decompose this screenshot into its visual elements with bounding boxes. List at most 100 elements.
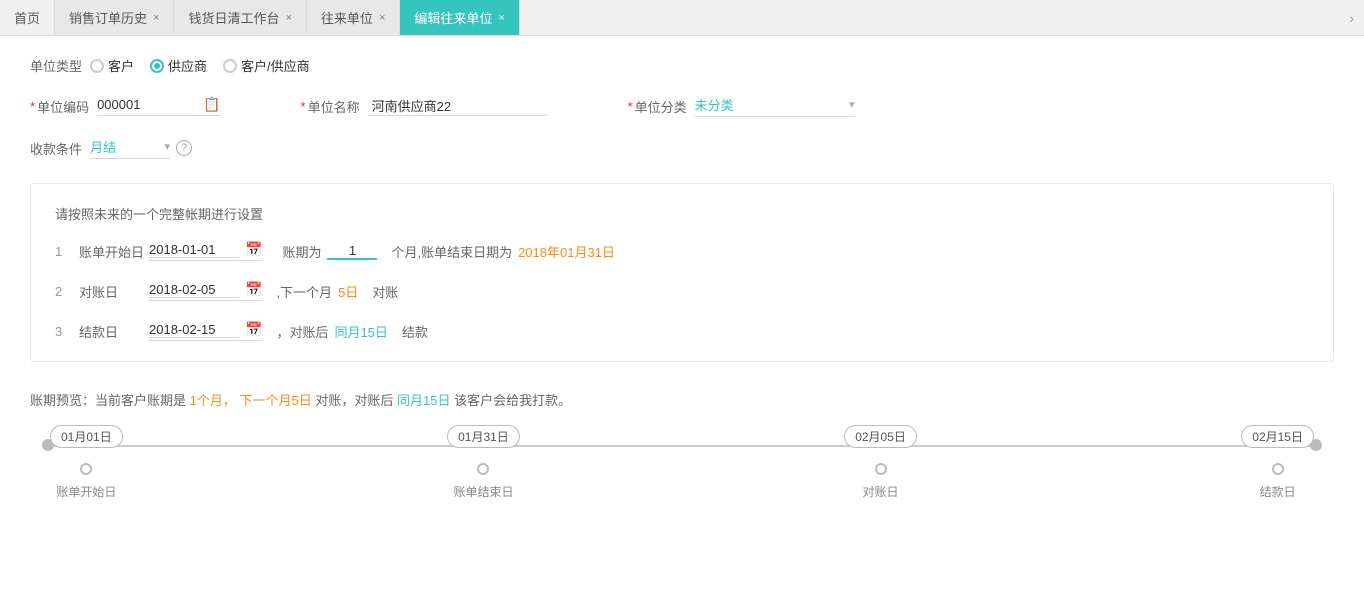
payment-terms-label: 收款条件 <box>30 139 82 158</box>
unit-name-required: * <box>301 99 306 114</box>
payment-terms-help-icon[interactable]: ? <box>176 140 192 156</box>
tab-partner-units-label: 往来单位 <box>321 8 373 27</box>
unit-class-group: * 单位分类 未分类 ▾ <box>628 95 855 117</box>
timeline-node-2: 01月31日 账单结束日 <box>447 425 520 500</box>
unit-code-group: * 单位编码 📋 <box>30 96 221 116</box>
radio-supplier-label: 供应商 <box>168 56 207 75</box>
row-2-highlight: 5日 <box>338 282 358 301</box>
radio-both-label: 客户/供应商 <box>241 56 310 75</box>
timeline-dot-3 <box>875 463 887 475</box>
radio-customer[interactable]: 客户 <box>90 56 134 75</box>
timeline-container: 01月01日 账单开始日 01月31日 账单结束日 02月05日 对账日 02月… <box>30 425 1334 540</box>
unit-class-value: 未分类 <box>695 95 845 114</box>
row-1-date-wrap: 📅 <box>149 241 262 261</box>
unit-code-input[interactable] <box>97 97 197 112</box>
tab-edit-partner[interactable]: 编辑往来单位 × <box>400 0 519 35</box>
row-1-suffix-after: 个月,账单结束日期为 <box>391 242 512 261</box>
preview-part1: 1个月， <box>190 393 236 408</box>
row-3-suffix-2: 结款 <box>402 322 428 341</box>
timeline-badge-2: 01月31日 <box>447 425 520 448</box>
timeline-label-3: 对账日 <box>863 483 899 500</box>
row-2-suffix-2: 对账 <box>372 282 398 301</box>
row-1-num: 1 <box>55 244 79 259</box>
row-2-suffix-1: ,下一个月 <box>276 282 332 301</box>
tab-edit-partner-close[interactable]: × <box>498 12 504 24</box>
radio-both-circle <box>223 59 237 73</box>
tab-partner-units[interactable]: 往来单位 × <box>307 0 400 35</box>
timeline-node-4: 02月15日 结款日 <box>1241 425 1314 500</box>
unit-info-row: * 单位编码 📋 * 单位名称 * 单位分类 未分类 ▾ <box>30 95 1334 117</box>
row-3-cal-icon[interactable]: 📅 <box>245 321 262 338</box>
timeline-label-2: 账单结束日 <box>453 483 513 500</box>
unit-class-select[interactable]: 未分类 ▾ <box>695 95 855 117</box>
tab-sales-history-label: 销售订单历史 <box>69 8 147 27</box>
tab-cash-workbench-label: 钱货日清工作台 <box>188 8 279 27</box>
unit-name-label: 单位名称 <box>308 97 360 116</box>
unit-class-arrow: ▾ <box>849 98 855 111</box>
row-3-label: 结款日 <box>79 322 149 341</box>
row-1-cal-icon[interactable]: 📅 <box>245 241 262 258</box>
row-3-value: 📅 ，对账后 同月15日 结款 <box>149 321 428 341</box>
payment-terms-arrow: ▾ <box>164 140 170 153</box>
tab-sales-history[interactable]: 销售订单历史 × <box>55 0 174 35</box>
unit-class-label: 单位分类 <box>635 97 687 116</box>
preview-part3: 同月15日 <box>397 393 450 408</box>
row-3-suffix-1: ，对账后 <box>276 322 328 341</box>
tab-partner-units-close[interactable]: × <box>379 12 385 24</box>
tabs-arrow[interactable]: › <box>1339 0 1364 35</box>
row-2-num: 2 <box>55 284 79 299</box>
tab-cash-workbench[interactable]: 钱货日清工作台 × <box>174 0 306 35</box>
unit-type-radio-group: 客户 供应商 客户/供应商 <box>90 56 310 75</box>
tab-cash-workbench-close[interactable]: × <box>285 12 291 24</box>
unit-type-row: 单位类型 客户 供应商 客户/供应商 <box>30 56 1334 75</box>
unit-name-group: * 单位名称 <box>301 96 548 116</box>
row-2-cal-icon[interactable]: 📅 <box>245 281 262 298</box>
radio-supplier-circle <box>150 59 164 73</box>
unit-class-required: * <box>628 99 633 114</box>
data-row-3: 3 结款日 📅 ，对账后 同月15日 结款 <box>55 321 1309 341</box>
timeline-badge-1: 01月01日 <box>50 425 123 448</box>
radio-customer-label: 客户 <box>108 56 134 75</box>
timeline-node-3: 02月05日 对账日 <box>844 425 917 500</box>
unit-type-label: 单位类型 <box>30 56 82 75</box>
preview-prefix: 账期预览：当前客户账期是 <box>30 393 186 408</box>
row-2-label: 对账日 <box>79 282 149 301</box>
unit-code-icon[interactable]: 📋 <box>203 96 220 113</box>
tab-edit-partner-label: 编辑往来单位 <box>414 8 492 27</box>
unit-name-input[interactable] <box>368 96 548 116</box>
row-3-date-input[interactable] <box>149 322 239 338</box>
row-2-value: 📅 ,下一个月 5日 对账 <box>149 281 398 301</box>
timeline-badge-3: 02月05日 <box>844 425 917 448</box>
tab-home-label: 首页 <box>14 8 40 27</box>
row-1-end-date: 2018年01月31日 <box>518 242 615 261</box>
timeline-dot-4 <box>1272 463 1284 475</box>
preview-end: 该客户会给我打款。 <box>454 393 571 408</box>
row-1-date-input[interactable] <box>149 242 239 258</box>
unit-code-input-wrap: 📋 <box>97 96 220 116</box>
period-settings-section: 请按照未来的一个完整帐期进行设置 1 账单开始日 📅 账期为 个月,账单结束日期… <box>30 183 1334 362</box>
payment-terms-value: 月结 <box>90 137 160 156</box>
timeline-nodes: 01月01日 账单开始日 01月31日 账单结束日 02月05日 对账日 02月… <box>50 425 1314 500</box>
payment-terms-row: 收款条件 月结 ▾ ? <box>30 137 1334 159</box>
data-row-2: 2 对账日 📅 ,下一个月 5日 对账 <box>55 281 1309 301</box>
timeline-dot-2 <box>477 463 489 475</box>
tabs-bar: 首页 销售订单历史 × 钱货日清工作台 × 往来单位 × 编辑往来单位 × › <box>0 0 1364 36</box>
unit-code-label: 单位编码 <box>37 97 89 116</box>
timeline-label-4: 结款日 <box>1260 483 1296 500</box>
row-1-label: 账单开始日 <box>79 242 149 261</box>
preview-section: 账期预览：当前客户账期是 1个月， 下一个月5日 对账，对账后 同月15日 该客… <box>30 378 1334 425</box>
row-1-value: 📅 账期为 个月,账单结束日期为 2018年01月31日 <box>149 241 615 261</box>
payment-terms-select[interactable]: 月结 ▾ <box>90 137 170 159</box>
radio-both[interactable]: 客户/供应商 <box>223 56 310 75</box>
timeline-node-1: 01月01日 账单开始日 <box>50 425 123 500</box>
row-1-suffix-before: 账期为 <box>282 242 321 261</box>
timeline-badge-4: 02月15日 <box>1241 425 1314 448</box>
timeline-dot-1 <box>80 463 92 475</box>
row-3-highlight: 同月15日 <box>334 322 387 341</box>
row-1-period-input[interactable] <box>327 243 377 260</box>
tab-sales-history-close[interactable]: × <box>153 12 159 24</box>
row-2-date-input[interactable] <box>149 282 239 298</box>
tab-home[interactable]: 首页 <box>0 0 55 35</box>
radio-supplier[interactable]: 供应商 <box>150 56 207 75</box>
preview-middle: 对账，对账后 <box>315 393 393 408</box>
